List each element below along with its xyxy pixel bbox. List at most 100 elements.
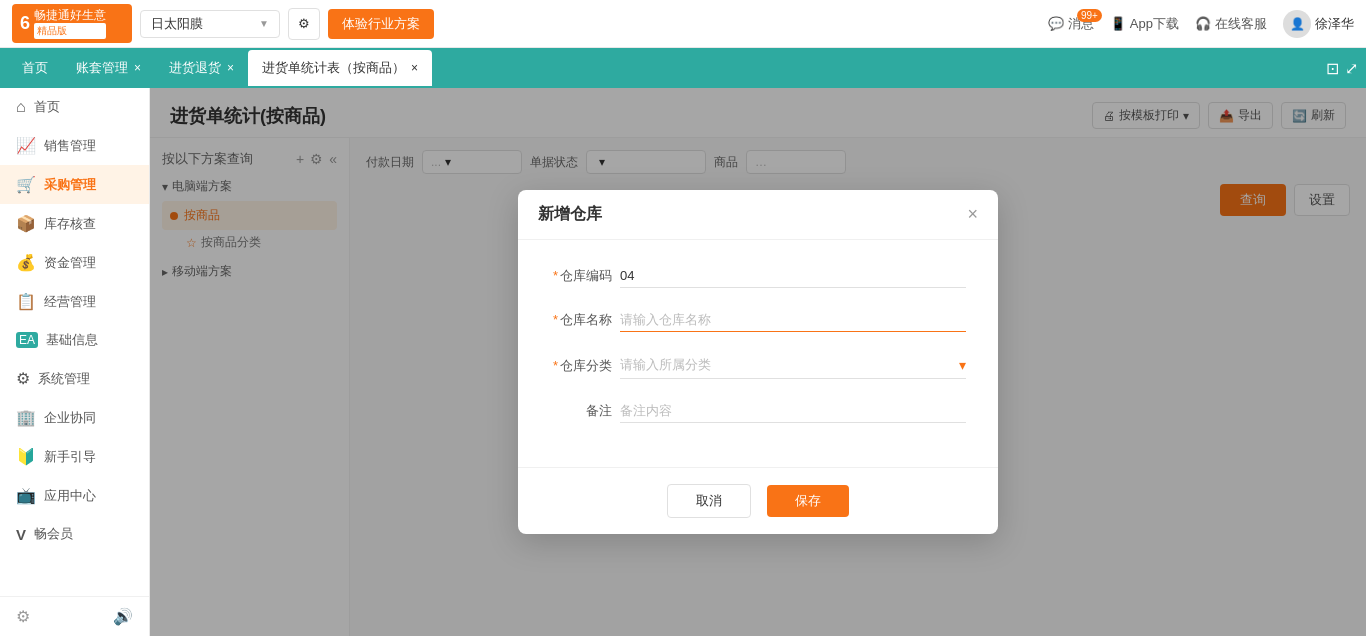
app-download-button[interactable]: 📱 App下载 <box>1110 15 1179 33</box>
sidebar-item-enterprise[interactable]: 🏢 企业协同 <box>0 398 149 437</box>
tab-purchase-return-close[interactable]: × <box>227 61 234 75</box>
warehouse-code-label: *仓库编码 <box>550 267 620 285</box>
modal-overlay: 新增仓库 × *仓库编码 *仓库名称 <box>150 88 1366 636</box>
sidebar-item-basic[interactable]: EA 基础信息 <box>0 321 149 359</box>
main-layout: ⌂ 首页 📈 销售管理 🛒 采购管理 📦 库存核查 💰 资金管理 📋 经营管理 … <box>0 88 1366 636</box>
sidebar-item-member[interactable]: V 畅会员 <box>0 515 149 553</box>
tab-purchase-stats-label: 进货单统计表（按商品） <box>262 59 405 77</box>
tab-restore-button[interactable]: ⊡ <box>1326 59 1339 78</box>
warehouse-category-label: *仓库分类 <box>550 357 620 375</box>
sidebar-settings-icon[interactable]: ⚙ <box>16 607 30 626</box>
tab-home[interactable]: 首页 <box>8 50 62 86</box>
warehouse-note-row: 备注 <box>550 399 966 423</box>
sidebar-item-guide[interactable]: 🔰 新手引导 <box>0 437 149 476</box>
sidebar-item-app[interactable]: 📺 应用中心 <box>0 476 149 515</box>
purchase-icon: 🛒 <box>16 175 36 194</box>
dialog-close-button[interactable]: × <box>967 204 978 225</box>
warehouse-name-input[interactable] <box>620 308 966 332</box>
online-service-button[interactable]: 🎧 在线客服 <box>1195 15 1267 33</box>
sales-icon: 📈 <box>16 136 36 155</box>
tab-account-label: 账套管理 <box>76 59 128 77</box>
warehouse-note-label: 备注 <box>550 402 620 420</box>
finance-icon: 💰 <box>16 253 36 272</box>
app-icon: 📱 <box>1110 16 1126 31</box>
enterprise-icon: 🏢 <box>16 408 36 427</box>
system-icon: ⚙ <box>16 369 30 388</box>
avatar: 👤 <box>1283 10 1311 38</box>
messages-button[interactable]: 💬 消息 99+ <box>1048 15 1094 33</box>
category-placeholder: 请输入所属分类 <box>620 356 711 374</box>
warehouse-category-row: *仓库分类 请输入所属分类 ▾ <box>550 352 966 379</box>
sidebar-item-purchase-label: 采购管理 <box>44 176 96 194</box>
cancel-button[interactable]: 取消 <box>667 484 751 518</box>
home-icon: ⌂ <box>16 98 26 116</box>
tab-account[interactable]: 账套管理 × <box>62 50 155 86</box>
tab-expand-button[interactable]: ⤢ <box>1345 59 1358 78</box>
sidebar-item-app-label: 应用中心 <box>44 487 96 505</box>
tab-bar: 首页 账套管理 × 进货退货 × 进货单统计表（按商品） × ⊡ ⤢ <box>0 48 1366 88</box>
logo-badge: 精品版 <box>34 23 106 39</box>
sidebar-item-sales-label: 销售管理 <box>44 137 96 155</box>
tab-purchase-stats-close[interactable]: × <box>411 61 418 75</box>
tab-home-label: 首页 <box>22 59 48 77</box>
chevron-down-icon: ▼ <box>259 18 269 29</box>
tab-account-close[interactable]: × <box>134 61 141 75</box>
user-name: 徐泽华 <box>1315 15 1354 33</box>
guide-icon: 🔰 <box>16 447 36 466</box>
warehouse-name-label: *仓库名称 <box>550 311 620 329</box>
experience-button[interactable]: 体验行业方案 <box>328 9 434 39</box>
sidebar-item-enterprise-label: 企业协同 <box>44 409 96 427</box>
dialog-title: 新增仓库 <box>538 204 602 225</box>
sidebar-item-operation-label: 经营管理 <box>44 293 96 311</box>
dialog-body: *仓库编码 *仓库名称 *仓库分类 <box>518 240 998 467</box>
basic-icon: EA <box>16 332 38 348</box>
warehouse-code-input[interactable] <box>620 264 966 288</box>
top-bar: 6 畅捷通好生意 精品版 日太阳膜 ▼ ⚙ 体验行业方案 💬 消息 99+ 📱 … <box>0 0 1366 48</box>
warehouse-code-row: *仓库编码 <box>550 264 966 288</box>
main-content: 进货单统计(按商品) 🖨 按模板打印 ▾ 📤 导出 🔄 刷新 <box>150 88 1366 636</box>
tab-actions: ⊡ ⤢ <box>1326 59 1358 78</box>
user-info[interactable]: 👤 徐泽华 <box>1283 10 1354 38</box>
tab-purchase-return-label: 进货退货 <box>169 59 221 77</box>
required-star: * <box>553 268 558 283</box>
category-arrow-icon: ▾ <box>959 357 966 373</box>
sidebar-item-basic-label: 基础信息 <box>46 331 98 349</box>
add-warehouse-dialog: 新增仓库 × *仓库编码 *仓库名称 <box>518 190 998 534</box>
sidebar-item-sales[interactable]: 📈 销售管理 <box>0 126 149 165</box>
tab-purchase-return[interactable]: 进货退货 × <box>155 50 248 86</box>
save-button[interactable]: 保存 <box>767 485 849 517</box>
warehouse-note-input[interactable] <box>620 399 966 423</box>
member-icon: V <box>16 526 26 543</box>
sidebar-item-finance-label: 资金管理 <box>44 254 96 272</box>
sidebar-speaker-icon[interactable]: 🔊 <box>113 607 133 626</box>
top-right-actions: 💬 消息 99+ 📱 App下载 🎧 在线客服 👤 徐泽华 <box>1048 10 1354 38</box>
headset-icon: 🎧 <box>1195 16 1211 31</box>
tab-purchase-stats[interactable]: 进货单统计表（按商品） × <box>248 50 432 86</box>
gear-icon: ⚙ <box>298 16 310 31</box>
sidebar-item-operation[interactable]: 📋 经营管理 <box>0 282 149 321</box>
sidebar-item-home-label: 首页 <box>34 98 60 116</box>
sidebar-bottom: ⚙ 🔊 <box>0 596 149 636</box>
logo-icon: 6 <box>20 13 30 34</box>
sidebar: ⌂ 首页 📈 销售管理 🛒 采购管理 📦 库存核查 💰 资金管理 📋 经营管理 … <box>0 88 150 636</box>
sidebar-item-system[interactable]: ⚙ 系统管理 <box>0 359 149 398</box>
sidebar-item-member-label: 畅会员 <box>34 525 73 543</box>
app-center-icon: 📺 <box>16 486 36 505</box>
warehouse-name-row: *仓库名称 <box>550 308 966 332</box>
sidebar-item-home[interactable]: ⌂ 首页 <box>0 88 149 126</box>
sidebar-item-purchase[interactable]: 🛒 采购管理 <box>0 165 149 204</box>
required-star-3: * <box>553 358 558 373</box>
inventory-icon: 📦 <box>16 214 36 233</box>
sidebar-item-finance[interactable]: 💰 资金管理 <box>0 243 149 282</box>
dialog-footer: 取消 保存 <box>518 467 998 534</box>
sidebar-item-guide-label: 新手引导 <box>44 448 96 466</box>
sidebar-item-inventory-label: 库存核查 <box>44 215 96 233</box>
sidebar-item-inventory[interactable]: 📦 库存核查 <box>0 204 149 243</box>
logo-text: 畅捷通好生意 <box>34 8 106 22</box>
sidebar-item-system-label: 系统管理 <box>38 370 90 388</box>
message-icon: 💬 <box>1048 16 1064 31</box>
warehouse-category-select[interactable]: 请输入所属分类 ▾ <box>620 352 966 379</box>
settings-button[interactable]: ⚙ <box>288 8 320 40</box>
store-selector[interactable]: 日太阳膜 ▼ <box>140 10 280 38</box>
message-badge: 99+ <box>1077 9 1102 22</box>
